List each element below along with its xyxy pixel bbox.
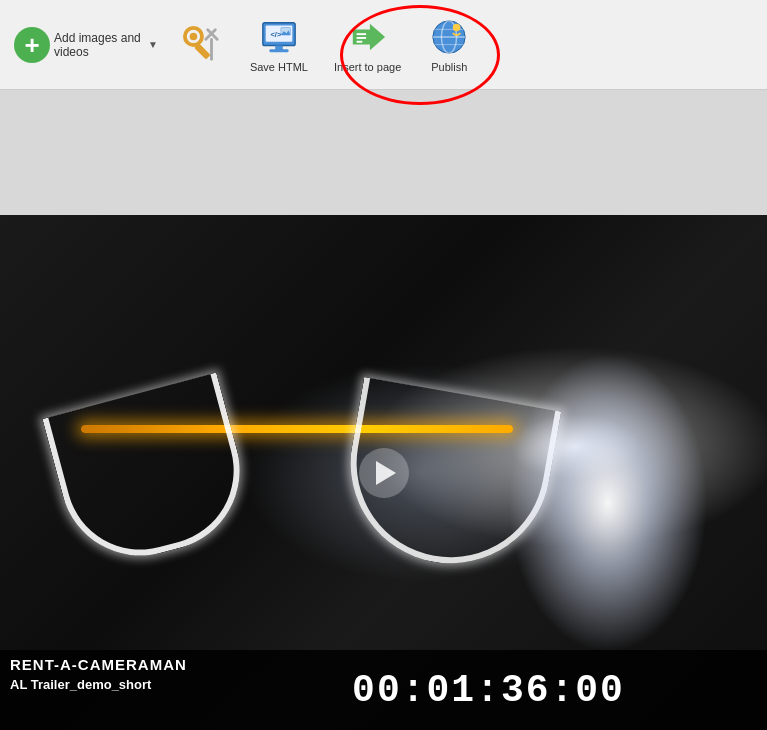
dropdown-arrow-icon: ▼ — [148, 39, 158, 50]
toolbar: + Add images and videos ▼ — [0, 0, 767, 90]
tools-button[interactable] — [172, 19, 232, 71]
timecode-display: 00:01:36:00 — [210, 650, 767, 730]
add-images-videos-label: Add images and videos — [54, 31, 144, 59]
insert-icon — [348, 17, 388, 57]
svg-rect-10 — [269, 49, 288, 52]
publish-icon — [429, 17, 469, 57]
publish-button[interactable]: Publish — [419, 11, 479, 79]
play-icon — [376, 461, 396, 485]
insert-to-page-label: Insert to page — [334, 61, 401, 73]
add-images-videos-button[interactable]: + Add images and videos ▼ — [10, 21, 162, 69]
save-html-label: Save HTML — [250, 61, 308, 73]
brand-label: RENT-A-CAMERAMAN AL Trailer_demo_short — [0, 650, 210, 730]
save-html-icon: </> — [259, 17, 299, 57]
plus-icon: + — [14, 27, 50, 63]
svg-point-2 — [190, 32, 198, 40]
brand-name: RENT-A-CAMERAMAN — [10, 656, 200, 673]
clip-name: AL Trailer_demo_short — [10, 677, 200, 692]
save-html-button[interactable]: </> Save HTML — [242, 11, 316, 79]
video-player[interactable]: RENT-A-CAMERAMAN AL Trailer_demo_short 0… — [0, 215, 767, 730]
wrench-icon — [182, 25, 222, 65]
video-bottom-bar: RENT-A-CAMERAMAN AL Trailer_demo_short 0… — [0, 650, 767, 730]
svg-point-21 — [453, 23, 461, 31]
u-light-left — [42, 372, 257, 573]
play-button[interactable] — [359, 448, 409, 498]
gray-strip — [0, 90, 767, 215]
svg-text:</>: </> — [270, 30, 282, 39]
timecode-value: 00:01:36:00 — [352, 669, 625, 712]
publish-label: Publish — [431, 61, 467, 73]
headlight-glow — [508, 353, 708, 653]
insert-to-page-button[interactable]: Insert to page — [326, 11, 409, 79]
